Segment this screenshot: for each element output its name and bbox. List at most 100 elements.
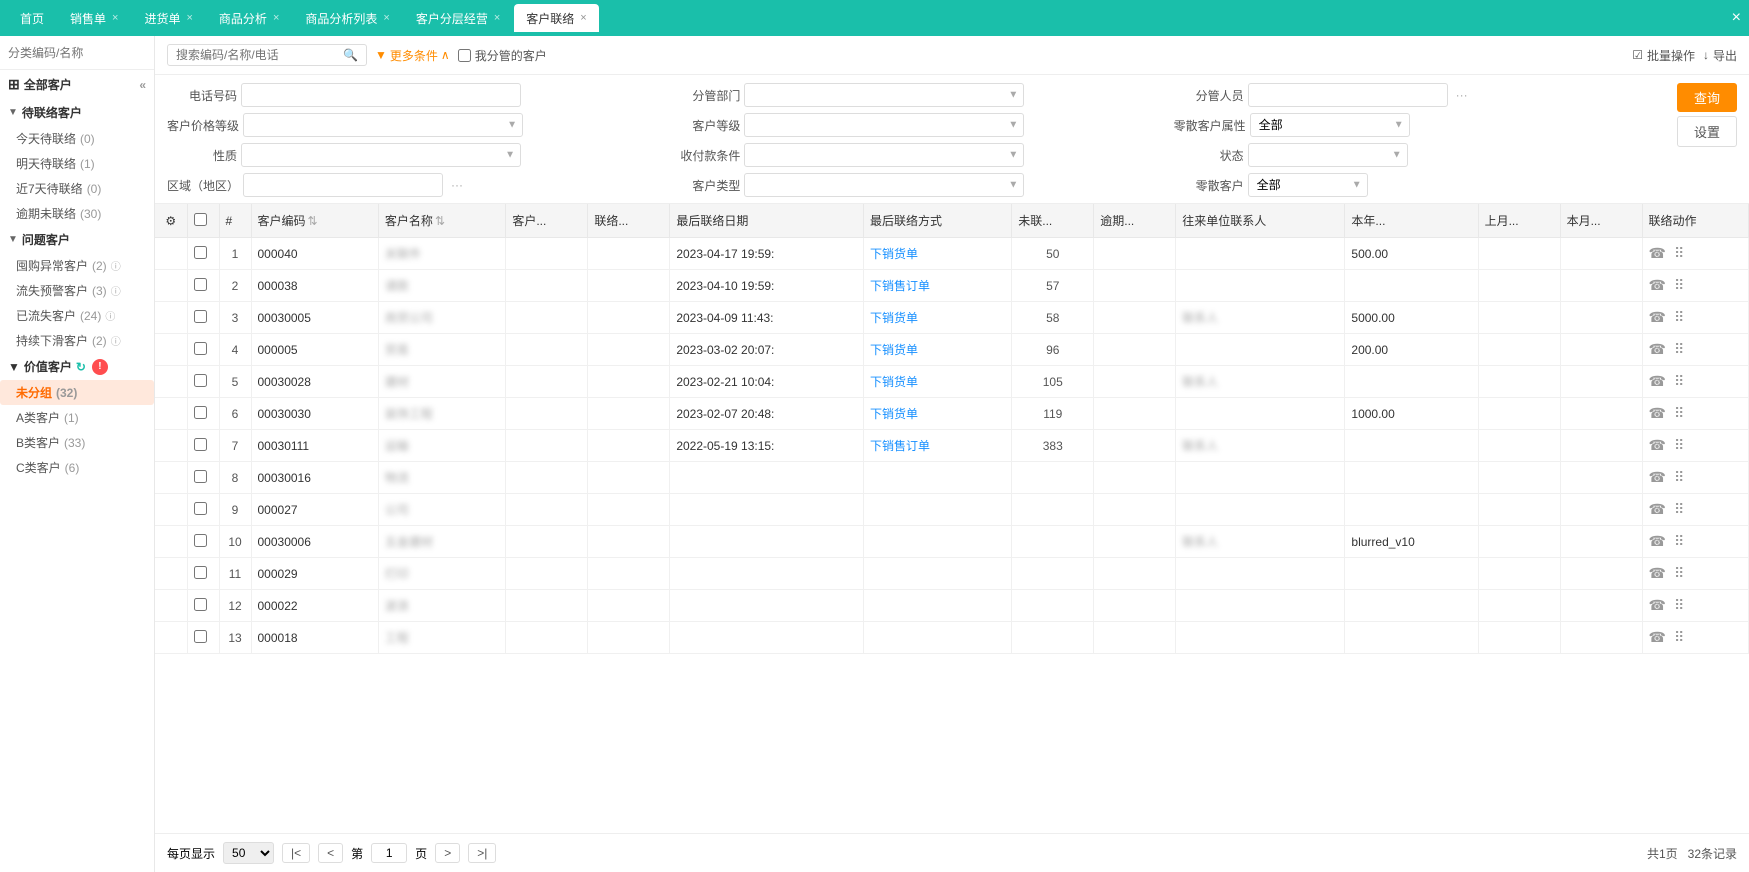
tab-customer-layer[interactable]: 客户分层经营 × bbox=[404, 4, 512, 32]
row-checkbox-0[interactable] bbox=[187, 238, 219, 270]
row-action-3[interactable]: ☎ ⠿ bbox=[1642, 334, 1748, 366]
gear-icon[interactable]: ⚙ bbox=[165, 214, 176, 228]
row-last-method-10[interactable] bbox=[864, 558, 1012, 590]
tab-home[interactable]: 首页 bbox=[8, 4, 56, 32]
close-tab-sales[interactable]: × bbox=[112, 12, 118, 24]
query-button[interactable]: 查询 bbox=[1677, 83, 1737, 112]
row-action-5[interactable]: ☎ ⠿ bbox=[1642, 398, 1748, 430]
checkbox-header[interactable] bbox=[187, 204, 219, 238]
payment-select[interactable] bbox=[744, 143, 1024, 167]
row-last-method-5[interactable]: 下销货单 bbox=[864, 398, 1012, 430]
tab-purchase[interactable]: 进货单 × bbox=[132, 4, 204, 32]
call-icon[interactable]: ☎ bbox=[1649, 309, 1666, 326]
region-input[interactable] bbox=[243, 173, 443, 197]
row-last-method-2[interactable]: 下销货单 bbox=[864, 302, 1012, 334]
row-checkbox-10[interactable] bbox=[187, 558, 219, 590]
row-checkbox-8[interactable] bbox=[187, 494, 219, 526]
sidebar-item-declining[interactable]: 持续下滑客户 (2) ⓘ bbox=[0, 328, 154, 353]
main-search-icon[interactable]: 🔍 bbox=[343, 48, 358, 62]
tab-sales[interactable]: 销售单 × bbox=[58, 4, 130, 32]
call-icon[interactable]: ☎ bbox=[1649, 597, 1666, 614]
row-last-method-12[interactable] bbox=[864, 622, 1012, 654]
my-customers-checkbox-label[interactable]: 我分管的客户 bbox=[458, 47, 547, 64]
row-checkbox-5[interactable] bbox=[187, 398, 219, 430]
row-last-method-1[interactable]: 下销售订单 bbox=[864, 270, 1012, 302]
more-icon[interactable]: ⠿ bbox=[1674, 405, 1684, 422]
sidebar-item-class-b[interactable]: B类客户 (33) bbox=[0, 430, 154, 455]
row-action-4[interactable]: ☎ ⠿ bbox=[1642, 366, 1748, 398]
scatter-customer-select[interactable]: 全部 bbox=[1248, 173, 1368, 197]
tab-analysis-list[interactable]: 商品分析列表 × bbox=[293, 4, 401, 32]
row-checkbox-6[interactable] bbox=[187, 430, 219, 462]
manager-dots-btn[interactable]: ··· bbox=[1452, 88, 1472, 102]
dept-select[interactable] bbox=[744, 83, 1024, 107]
sidebar-item-overdue[interactable]: 逾期未联络 (30) bbox=[0, 201, 154, 226]
close-tab-customer-layer[interactable]: × bbox=[494, 12, 500, 24]
close-tab-analysis-list[interactable]: × bbox=[383, 12, 389, 24]
row-action-6[interactable]: ☎ ⠿ bbox=[1642, 430, 1748, 462]
more-icon[interactable]: ⠿ bbox=[1674, 277, 1684, 294]
gear-header[interactable]: ⚙ bbox=[155, 204, 187, 238]
manager-input[interactable] bbox=[1248, 83, 1448, 107]
main-search-input[interactable] bbox=[176, 48, 339, 62]
first-page-btn[interactable]: |< bbox=[282, 843, 310, 863]
row-checkbox-4[interactable] bbox=[187, 366, 219, 398]
row-checkbox-7[interactable] bbox=[187, 462, 219, 494]
call-icon[interactable]: ☎ bbox=[1649, 533, 1666, 550]
sidebar-item-tomorrow[interactable]: 明天待联络 (1) bbox=[0, 151, 154, 176]
row-checkbox-2[interactable] bbox=[187, 302, 219, 334]
more-icon[interactable]: ⠿ bbox=[1674, 565, 1684, 582]
row-action-10[interactable]: ☎ ⠿ bbox=[1642, 558, 1748, 590]
sidebar-item-7days[interactable]: 近7天待联络 (0) bbox=[0, 176, 154, 201]
sidebar-group-problem[interactable]: ▼ 问题客户 bbox=[0, 226, 154, 253]
more-icon[interactable]: ⠿ bbox=[1674, 245, 1684, 262]
price-level-select[interactable] bbox=[243, 113, 523, 137]
row-action-1[interactable]: ☎ ⠿ bbox=[1642, 270, 1748, 302]
select-all-checkbox[interactable] bbox=[194, 213, 207, 226]
my-customers-checkbox[interactable] bbox=[458, 49, 471, 62]
row-last-method-0[interactable]: 下销货单 bbox=[864, 238, 1012, 270]
sidebar-group-value[interactable]: ▼ 价值客户 ↻ ! bbox=[0, 353, 154, 380]
last-page-btn[interactable]: >| bbox=[468, 843, 496, 863]
row-checkbox-12[interactable] bbox=[187, 622, 219, 654]
more-icon[interactable]: ⠿ bbox=[1674, 437, 1684, 454]
more-icon[interactable]: ⠿ bbox=[1674, 341, 1684, 358]
sidebar-item-class-a[interactable]: A类客户 (1) bbox=[0, 405, 154, 430]
page-number-input[interactable] bbox=[371, 843, 407, 863]
page-size-select[interactable]: 50 100 bbox=[223, 842, 274, 864]
batch-ops-btn[interactable]: ☑ 批量操作 bbox=[1632, 47, 1695, 64]
row-last-method-7[interactable] bbox=[864, 462, 1012, 494]
sidebar-search-input[interactable] bbox=[8, 46, 155, 60]
call-icon[interactable]: ☎ bbox=[1649, 565, 1666, 582]
row-last-method-3[interactable]: 下销货单 bbox=[864, 334, 1012, 366]
status-select[interactable] bbox=[1248, 143, 1408, 167]
next-page-btn[interactable]: > bbox=[435, 843, 460, 863]
row-last-method-6[interactable]: 下销售订单 bbox=[864, 430, 1012, 462]
row-action-11[interactable]: ☎ ⠿ bbox=[1642, 590, 1748, 622]
name-header[interactable]: 客户名称⇅ bbox=[378, 204, 505, 238]
row-checkbox-3[interactable] bbox=[187, 334, 219, 366]
sidebar-item-abnormal[interactable]: 囤购异常客户 (2) ⓘ bbox=[0, 253, 154, 278]
call-icon[interactable]: ☎ bbox=[1649, 245, 1666, 262]
sidebar-item-today[interactable]: 今天待联络 (0) bbox=[0, 126, 154, 151]
row-action-8[interactable]: ☎ ⠿ bbox=[1642, 494, 1748, 526]
row-action-9[interactable]: ☎ ⠿ bbox=[1642, 526, 1748, 558]
call-icon[interactable]: ☎ bbox=[1649, 501, 1666, 518]
call-icon[interactable]: ☎ bbox=[1649, 277, 1666, 294]
row-action-7[interactable]: ☎ ⠿ bbox=[1642, 462, 1748, 494]
call-icon[interactable]: ☎ bbox=[1649, 405, 1666, 422]
call-icon[interactable]: ☎ bbox=[1649, 437, 1666, 454]
more-icon[interactable]: ⠿ bbox=[1674, 501, 1684, 518]
more-icon[interactable]: ⠿ bbox=[1674, 309, 1684, 326]
scatter-attr-select[interactable]: 全部 bbox=[1250, 113, 1410, 137]
customer-type-select[interactable] bbox=[744, 173, 1024, 197]
code-header[interactable]: 客户编码⇅ bbox=[251, 204, 378, 238]
customer-level-select[interactable] bbox=[744, 113, 1024, 137]
sidebar-group-waiting[interactable]: ▼ 待联络客户 bbox=[0, 99, 154, 126]
refresh-icon[interactable]: ↻ bbox=[76, 360, 86, 374]
row-last-method-11[interactable] bbox=[864, 590, 1012, 622]
row-checkbox-1[interactable] bbox=[187, 270, 219, 302]
close-tab-purchase[interactable]: × bbox=[186, 12, 192, 24]
call-icon[interactable]: ☎ bbox=[1649, 469, 1666, 486]
sidebar-all-customers[interactable]: ⊞ 全部客户 « bbox=[0, 70, 154, 99]
